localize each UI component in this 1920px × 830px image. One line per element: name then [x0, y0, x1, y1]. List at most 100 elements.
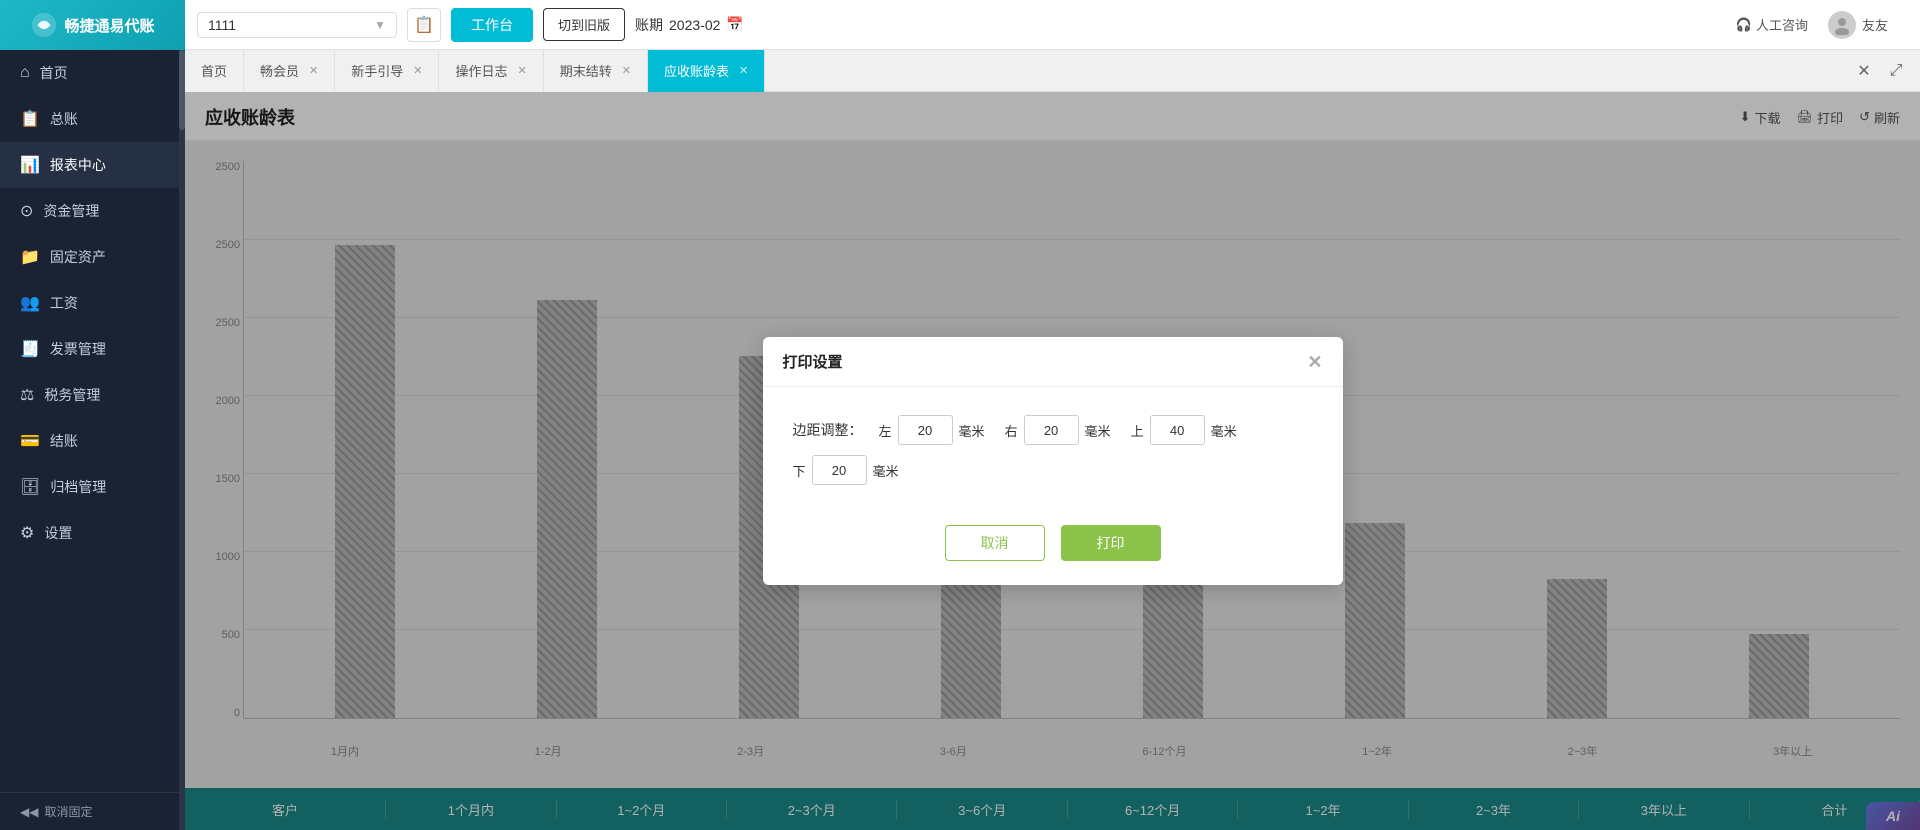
sidebar-label-ledger: 总账 — [50, 109, 78, 129]
sidebar-label-home: 首页 — [40, 63, 68, 83]
sidebar-icon-assets: 📁 — [20, 247, 40, 267]
tab-close-button[interactable]: ✕ — [1850, 57, 1878, 85]
period-value: 2023-02 — [669, 17, 720, 33]
cancel-button[interactable]: 取消 — [945, 525, 1045, 561]
margin-top-unit: 毫米 — [1211, 421, 1237, 440]
tab-bar: 首页畅会员✕新手引导✕操作日志✕期末结转✕应收账龄表✕ ✕ ⤢ — [185, 50, 1920, 92]
support-button[interactable]: 🎧 人工咨询 — [1736, 15, 1808, 34]
collapse-icon: ◀◀ — [20, 805, 38, 819]
tab-label-guide: 新手引导 — [351, 61, 403, 80]
modal-overlay: 打印设置 ✕ 边距调整： 左 毫米 — [185, 92, 1920, 830]
content-area: 首页畅会员✕新手引导✕操作日志✕期末结转✕应收账龄表✕ ✕ ⤢ 应收账龄表 ⬇ … — [185, 50, 1920, 830]
tab-member[interactable]: 畅会员 ✕ — [244, 50, 335, 92]
sidebar-item-settings[interactable]: ⚙ 设置 — [0, 510, 185, 556]
tab-guide[interactable]: 新手引导 ✕ — [335, 50, 439, 92]
avatar — [1828, 11, 1856, 39]
calendar-button[interactable]: 📋 — [407, 8, 441, 42]
margin-row: 边距调整： 左 毫米 右 毫米 — [793, 415, 1313, 485]
margin-left-input[interactable] — [898, 415, 953, 445]
tab-period-end[interactable]: 期末结转✕ — [544, 50, 648, 92]
tab-label-ar-aging: 应收账龄表 — [664, 61, 729, 80]
tab-label-member: 畅会员 — [260, 61, 299, 80]
sidebar-icon-tax: ⚖ — [20, 385, 34, 405]
calendar-icon: 📋 — [414, 15, 434, 35]
sidebar-icon-funds: ⊙ — [20, 201, 33, 221]
margin-bottom-input[interactable] — [812, 455, 867, 485]
sidebar-icon-archive: 🗄 — [20, 477, 40, 497]
sidebar-label-settings: 设置 — [44, 523, 72, 543]
sidebar-label-payroll: 工资 — [50, 293, 78, 313]
sidebar-item-invoice[interactable]: 🧾 发票管理 — [0, 326, 185, 372]
modal-footer: 取消 打印 — [763, 509, 1343, 585]
sidebar-item-archive[interactable]: 🗄 归档管理 — [0, 464, 185, 510]
user-name: 友友 — [1862, 15, 1888, 34]
workbench-button[interactable]: 工作台 — [451, 8, 533, 42]
tab-close-ar-aging[interactable]: ✕ — [739, 64, 748, 77]
collapse-label: 取消固定 — [44, 803, 92, 820]
sidebar-icon-closing: 💳 — [20, 431, 40, 451]
sidebar-item-closing[interactable]: 💳结账 — [0, 418, 185, 464]
margin-left-unit: 毫米 — [959, 421, 985, 440]
margin-bottom-label: 下 — [793, 461, 806, 480]
logo-text: 畅捷通易代账 — [64, 15, 154, 36]
sidebar-label-reports: 报表中心 — [50, 155, 106, 175]
sidebar-item-funds[interactable]: ⊙ 资金管理 — [0, 188, 185, 234]
tab-label-oplog: 操作日志 — [455, 61, 507, 80]
tab-close-guide[interactable]: ✕ — [413, 64, 422, 77]
margin-label: 边距调整： — [793, 420, 863, 440]
sidebar-label-assets: 固定资产 — [50, 247, 106, 267]
sidebar-item-ledger[interactable]: 📋 总账 — [0, 96, 185, 142]
period-label: 账期 — [635, 15, 663, 35]
modal-close-button[interactable]: ✕ — [1307, 353, 1322, 371]
margin-right-label: 右 — [1005, 421, 1018, 440]
company-chevron-icon: ▼ — [374, 18, 386, 32]
company-name: 1111 — [208, 17, 236, 33]
sidebar-icon-settings: ⚙ — [20, 523, 34, 543]
headset-icon: 🎧 — [1736, 17, 1752, 33]
sidebar-label-funds: 资金管理 — [43, 201, 99, 221]
sidebar: ⌂ 首页 📋 总账 📊 报表中心 ⊙ 资金管理 📁 固定资产 👥 工资 🧾 发票管理 ⚖ 税务管理 💳结账 🗄 归档… — [0, 50, 185, 830]
sidebar-label-tax: 税务管理 — [44, 385, 100, 405]
sidebar-icon-payroll: 👥 — [20, 293, 40, 313]
company-selector[interactable]: 1111 ▼ — [197, 12, 397, 38]
sidebar-label-archive: 归档管理 — [50, 477, 106, 497]
tab-close-period-end[interactable]: ✕ — [622, 64, 631, 77]
margin-right-unit: 毫米 — [1085, 421, 1111, 440]
tab-close-member[interactable]: ✕ — [309, 64, 318, 77]
sidebar-label-invoice: 发票管理 — [50, 339, 106, 359]
sidebar-item-assets[interactable]: 📁 固定资产 — [0, 234, 185, 280]
margin-bottom-unit: 毫米 — [873, 461, 899, 480]
user-area[interactable]: 友友 — [1828, 11, 1888, 39]
margin-left-group: 左 毫米 — [879, 415, 985, 445]
sidebar-collapse-button[interactable]: ◀◀ 取消固定 — [0, 792, 185, 830]
period-calendar-icon[interactable]: 📅 — [726, 16, 743, 33]
margin-left-label: 左 — [879, 421, 892, 440]
tab-expand-button[interactable]: ⤢ — [1882, 57, 1910, 85]
modal-title: 打印设置 — [783, 351, 843, 372]
sidebar-icon-home: ⌂ — [20, 64, 30, 82]
sidebar-icon-reports: 📊 — [20, 155, 40, 175]
sidebar-item-tax[interactable]: ⚖ 税务管理 — [0, 372, 185, 418]
margin-bottom-group: 下 毫米 — [793, 455, 899, 485]
sidebar-icon-ledger: 📋 — [20, 109, 40, 129]
print-settings-modal: 打印设置 ✕ 边距调整： 左 毫米 — [763, 337, 1343, 585]
margin-right-input[interactable] — [1024, 415, 1079, 445]
confirm-print-button[interactable]: 打印 — [1061, 525, 1161, 561]
margin-top-input[interactable] — [1150, 415, 1205, 445]
sidebar-item-payroll[interactable]: 👥 工资 — [0, 280, 185, 326]
tab-close-oplog[interactable]: ✕ — [518, 64, 527, 77]
sidebar-item-reports[interactable]: 📊 报表中心 — [0, 142, 185, 188]
logo: 畅捷通易代账 — [0, 0, 185, 50]
tab-oplog[interactable]: 操作日志 ✕ — [439, 50, 543, 92]
modal-header: 打印设置 ✕ — [763, 337, 1343, 387]
period-area: 账期 2023-02 📅 — [635, 15, 744, 35]
sidebar-item-home[interactable]: ⌂ 首页 — [0, 50, 185, 96]
modal-body: 边距调整： 左 毫米 右 毫米 — [763, 387, 1343, 509]
margin-top-label: 上 — [1131, 421, 1144, 440]
switch-old-button[interactable]: 切到旧版 — [543, 8, 625, 41]
support-label: 人工咨询 — [1756, 15, 1808, 34]
margin-right-group: 右 毫米 — [1005, 415, 1111, 445]
tab-home[interactable]: 首页 — [185, 50, 244, 92]
sidebar-icon-invoice: 🧾 — [20, 339, 40, 359]
tab-ar-aging[interactable]: 应收账龄表 ✕ — [648, 50, 765, 92]
